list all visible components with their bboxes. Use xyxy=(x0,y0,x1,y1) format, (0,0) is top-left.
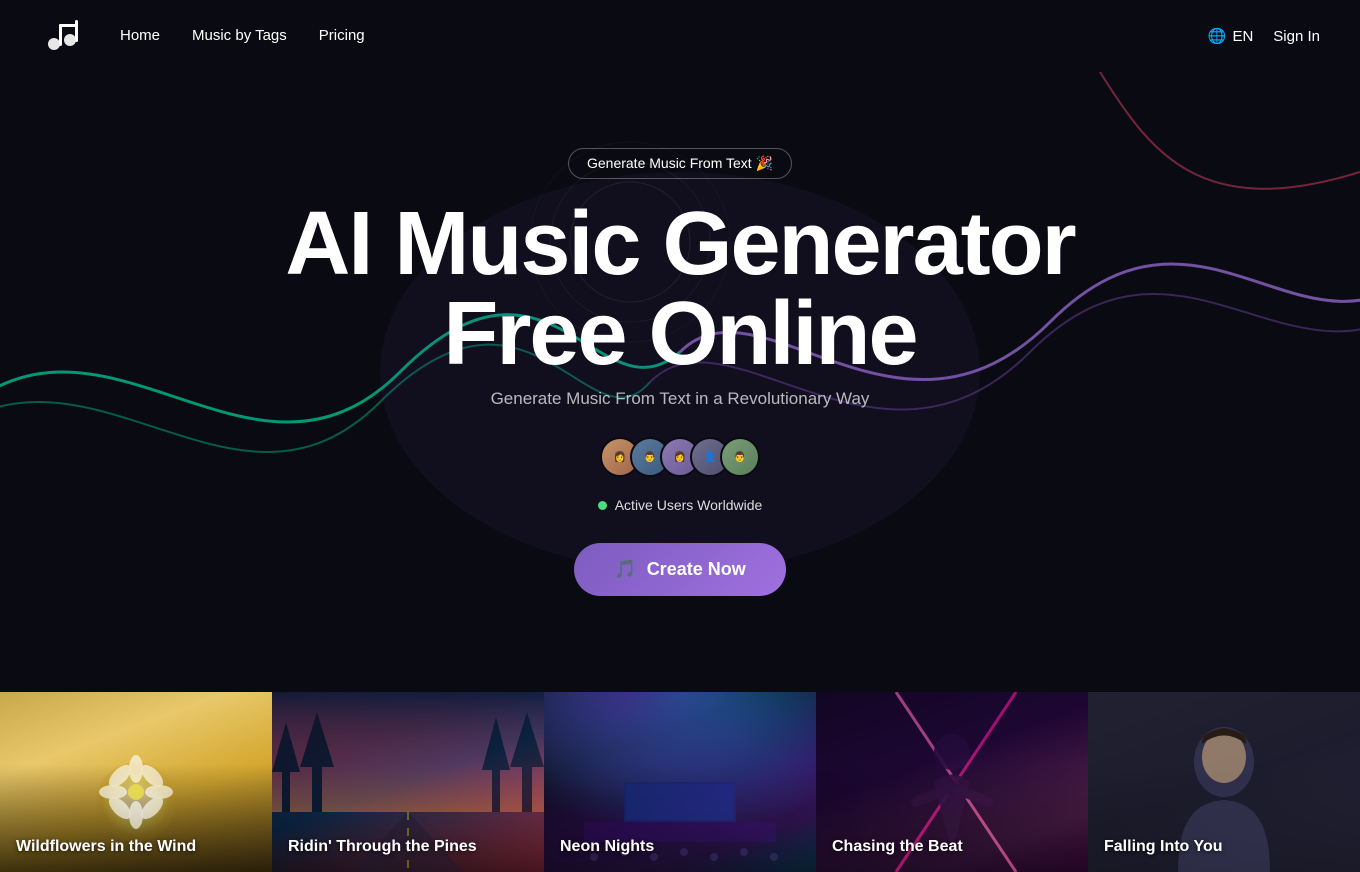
hero-badge: Generate Music From Text 🎉 xyxy=(568,148,792,179)
music-cards-row: Wildflowers in the Wind xyxy=(0,692,1360,872)
music-card-falling[interactable]: Falling Into You xyxy=(1088,692,1360,872)
sign-in-button[interactable]: Sign In xyxy=(1273,28,1320,45)
hero-section: Generate Music From Text 🎉 AI Music Gene… xyxy=(0,72,1360,692)
music-card-chasing[interactable]: Chasing the Beat xyxy=(816,692,1088,872)
nav-left: Home Music by Tags Pricing xyxy=(40,16,365,56)
create-now-button[interactable]: 🎵 Create Now xyxy=(574,543,785,596)
card-title-wildflowers: Wildflowers in the Wind xyxy=(16,838,196,856)
card-title-ridin: Ridin' Through the Pines xyxy=(288,838,477,856)
active-users-avatars: 👩 👨 👩 👤 👨 xyxy=(600,437,760,477)
active-users-text: Active Users Worldwide xyxy=(615,497,763,513)
nav-links: Home Music by Tags Pricing xyxy=(120,27,365,45)
active-users-label: Active Users Worldwide xyxy=(598,497,763,513)
music-card-ridin[interactable]: Ridin' Through the Pines xyxy=(272,692,544,872)
avatar-5: 👨 xyxy=(720,437,760,477)
music-card-wildflowers[interactable]: Wildflowers in the Wind xyxy=(0,692,272,872)
hero-title: AI Music Generator Free Online xyxy=(285,199,1074,379)
music-note-icon: 🎵 xyxy=(614,559,636,580)
card-title-chasing: Chasing the Beat xyxy=(832,838,963,856)
create-btn-label: Create Now xyxy=(647,559,746,580)
card-title-falling: Falling Into You xyxy=(1104,838,1223,856)
hero-content: Generate Music From Text 🎉 AI Music Gene… xyxy=(285,148,1074,596)
language-button[interactable]: 🌐 EN xyxy=(1208,27,1254,45)
card-title-neon: Neon Nights xyxy=(560,838,654,856)
hero-subtitle: Generate Music From Text in a Revolution… xyxy=(491,389,870,409)
nav-right: 🌐 EN Sign In xyxy=(1208,27,1320,45)
logo[interactable] xyxy=(40,16,80,56)
lang-icon: 🌐 xyxy=(1208,27,1227,45)
nav-item-music-by-tags[interactable]: Music by Tags xyxy=(192,27,287,45)
lang-label: EN xyxy=(1232,28,1253,45)
nav-item-pricing[interactable]: Pricing xyxy=(319,27,365,45)
music-card-neon[interactable]: Neon Nights xyxy=(544,692,816,872)
badge-text: Generate Music From Text 🎉 xyxy=(587,155,773,172)
active-dot xyxy=(598,501,607,510)
navbar: Home Music by Tags Pricing 🌐 EN Sign In xyxy=(0,0,1360,72)
nav-item-home[interactable]: Home xyxy=(120,27,160,45)
